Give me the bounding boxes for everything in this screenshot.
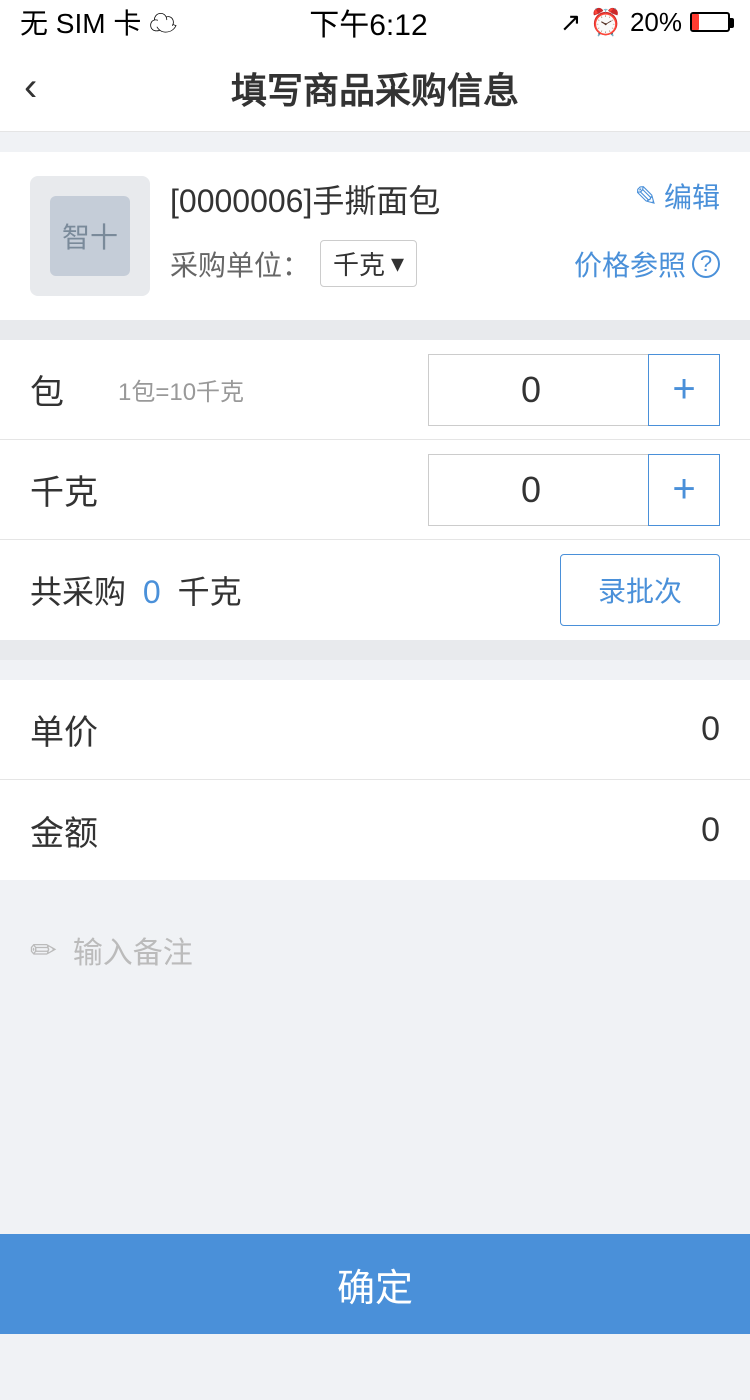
kg-input-control: + (428, 454, 720, 526)
page-title: 填写商品采购信息 (231, 62, 519, 114)
price-ref-label: 价格参照 (574, 244, 686, 284)
chevron-down-icon: ▾ (391, 248, 404, 279)
edit-icon: ✎ (635, 180, 658, 213)
status-left: 无 SIM 卡 ☁ (20, 2, 177, 42)
section-divider-1 (0, 320, 750, 340)
status-time: 下午6:12 (309, 0, 427, 44)
bao-hint: 1包=10千克 (118, 372, 428, 407)
unit-price-row: 单价 0 (0, 680, 750, 780)
product-card: 智十 [0000006]手撕面包 ✎ 编辑 采购单位： 千克 ▾ (0, 152, 750, 320)
product-name-row: [0000006]手撕面包 ✎ 编辑 (170, 176, 720, 222)
total-prefix: 共采购 (30, 574, 126, 610)
bao-label: 包 (30, 365, 110, 414)
product-name: [0000006]手撕面包 (170, 176, 440, 222)
input-section: 包 1包=10千克 + 千克 + (0, 340, 750, 540)
back-button[interactable]: ‹ (24, 65, 37, 110)
bao-quantity-input[interactable] (428, 354, 648, 426)
amount-row: 金额 0 (0, 780, 750, 880)
bao-input-row: 包 1包=10千克 + (0, 340, 750, 440)
kg-quantity-input[interactable] (428, 454, 648, 526)
section-divider-2 (0, 640, 750, 660)
battery-icon (690, 12, 730, 32)
product-info: [0000006]手撕面包 ✎ 编辑 采购单位： 千克 ▾ 价格参照 ? (170, 176, 720, 287)
amount-label: 金额 (30, 806, 98, 855)
unit-value: 千克 (333, 245, 385, 282)
total-row: 共采购 0 千克 录批次 (0, 540, 750, 640)
kg-input-row: 千克 + (0, 440, 750, 540)
edit-button[interactable]: ✎ 编辑 (635, 176, 720, 216)
status-bar: 无 SIM 卡 ☁ 下午6:12 ↗ ⏰ 20% (0, 0, 750, 44)
edit-label: 编辑 (664, 176, 720, 216)
notes-placeholder: 输入备注 (73, 928, 193, 972)
total-amount: 0 (143, 574, 161, 610)
unit-label: 采购单位： (170, 244, 310, 284)
product-logo: 智十 (50, 196, 130, 276)
alarm-icon: ⏰ (590, 7, 622, 38)
total-unit: 千克 (178, 574, 242, 610)
bao-input-control: + (428, 354, 720, 426)
product-image: 智十 (30, 176, 150, 296)
confirm-button[interactable]: 确定 (0, 1234, 750, 1334)
location-icon: ↗ (560, 7, 582, 38)
sim-signal: 无 SIM 卡 ☁ (20, 2, 177, 42)
notes-section[interactable]: ✏ 输入备注 (0, 900, 750, 1000)
status-right: ↗ ⏰ 20% (560, 7, 730, 38)
batch-button[interactable]: 录批次 (560, 554, 720, 626)
amount-value: 0 (701, 811, 720, 850)
unit-price-value: 0 (701, 710, 720, 749)
unit-select[interactable]: 千克 ▾ (320, 240, 417, 287)
kg-label: 千克 (30, 465, 110, 514)
bao-plus-button[interactable]: + (648, 354, 720, 426)
price-section: 单价 0 金额 0 (0, 680, 750, 880)
kg-plus-button[interactable]: + (648, 454, 720, 526)
pencil-icon: ✏ (30, 931, 57, 969)
battery-percent: 20% (630, 7, 682, 38)
unit-price-label: 单价 (30, 705, 98, 754)
info-icon: ? (692, 250, 720, 278)
nav-bar: ‹ 填写商品采购信息 (0, 44, 750, 132)
total-text: 共采购 0 千克 (30, 567, 242, 613)
price-reference-button[interactable]: 价格参照 ? (574, 244, 720, 284)
product-unit-row: 采购单位： 千克 ▾ 价格参照 ? (170, 240, 720, 287)
